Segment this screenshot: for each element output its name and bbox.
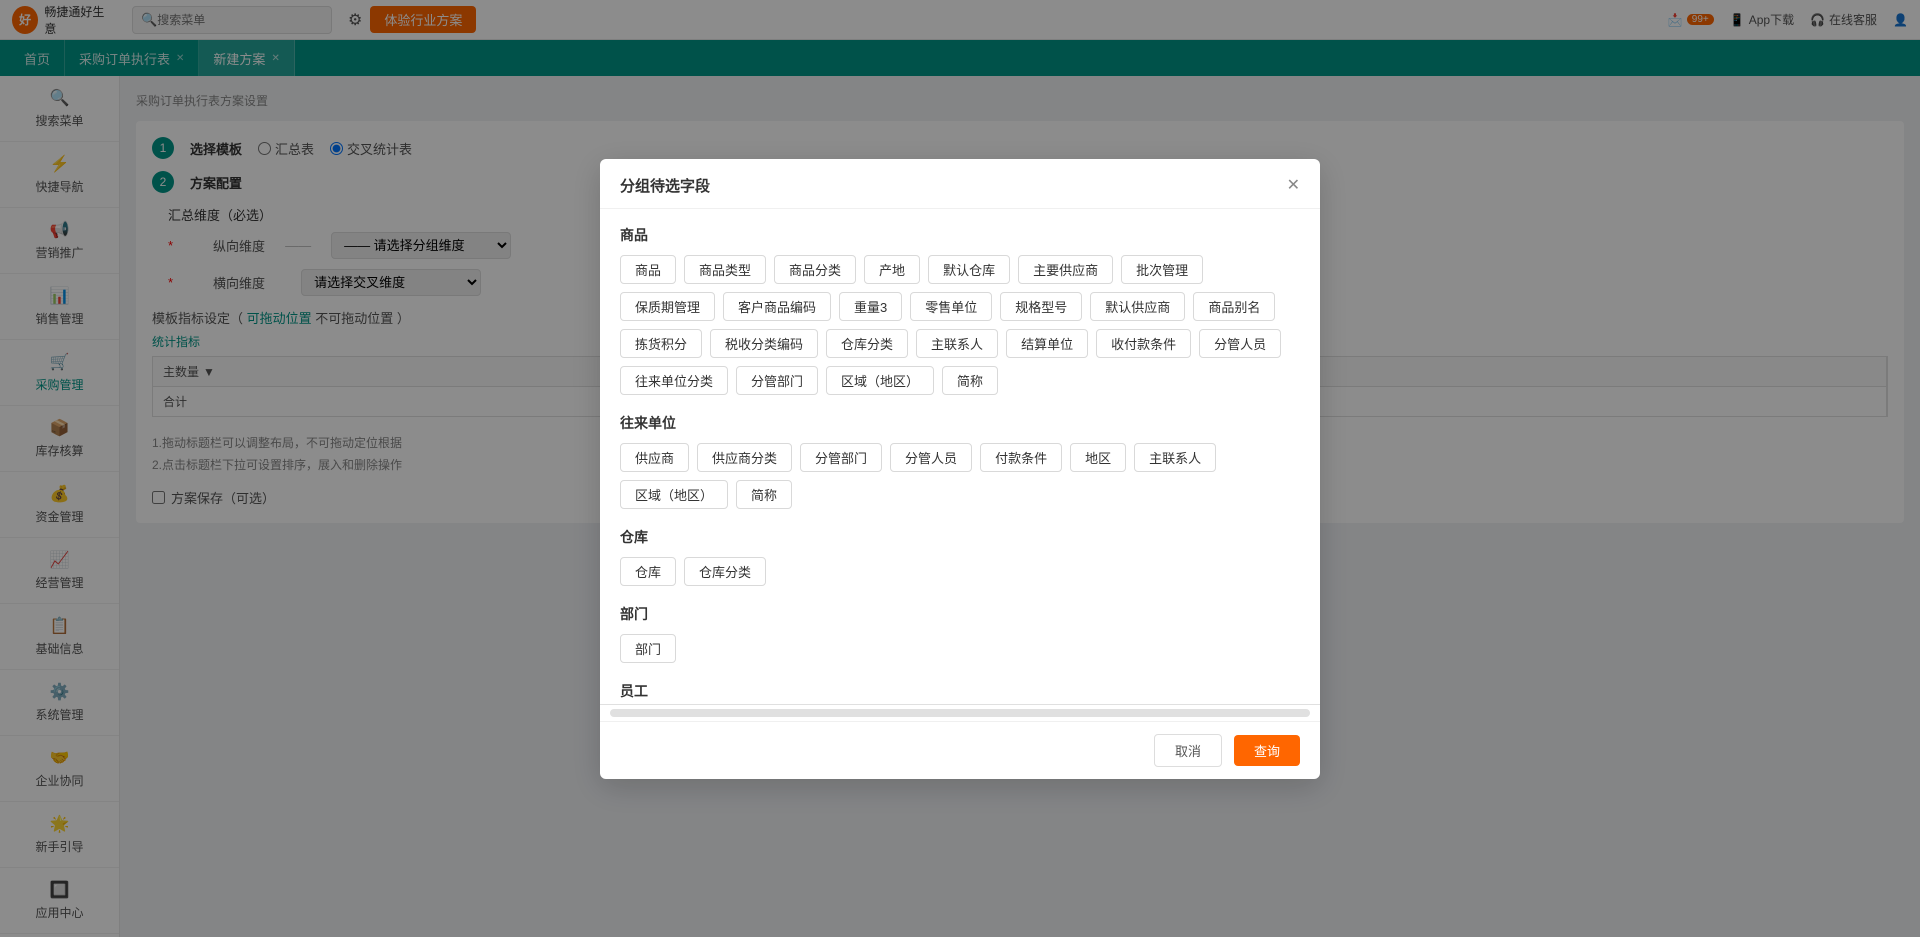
tag-goods-21[interactable]: 往来单位分类 <box>620 366 728 395</box>
group-warehouse-title: 仓库 <box>620 527 1300 547</box>
tag-goods-5[interactable]: 主要供应商 <box>1018 255 1113 284</box>
modal-dialog: 分组待选字段 ✕ 商品 商品 商品类型 商品分类 产地 默认仓库 主要供应商 批… <box>600 159 1320 779</box>
cancel-button[interactable]: 取消 <box>1154 734 1222 767</box>
tag-goods-12[interactable]: 默认供应商 <box>1090 292 1185 321</box>
tag-goods-16[interactable]: 仓库分类 <box>826 329 908 358</box>
modal-body: 商品 商品 商品类型 商品分类 产地 默认仓库 主要供应商 批次管理 保质期管理… <box>600 209 1320 704</box>
tag-goods-10[interactable]: 零售单位 <box>910 292 992 321</box>
tag-partner-2[interactable]: 分管部门 <box>800 443 882 472</box>
tag-goods-9[interactable]: 重量3 <box>839 292 902 321</box>
tag-warehouse-1[interactable]: 仓库分类 <box>684 557 766 586</box>
modal-footer: 取消 查询 <box>600 721 1320 779</box>
tag-goods-7[interactable]: 保质期管理 <box>620 292 715 321</box>
tag-goods-22[interactable]: 分管部门 <box>736 366 818 395</box>
tag-goods-11[interactable]: 规格型号 <box>1000 292 1082 321</box>
dept-tag-list: 部门 <box>620 634 1300 663</box>
tag-partner-8[interactable]: 简称 <box>736 480 792 509</box>
group-employee-title: 员工 <box>620 681 1300 701</box>
tag-goods-23[interactable]: 区域（地区） <box>826 366 934 395</box>
tag-goods-18[interactable]: 结算单位 <box>1006 329 1088 358</box>
tag-goods-2[interactable]: 商品分类 <box>774 255 856 284</box>
tag-goods-20[interactable]: 分管人员 <box>1199 329 1281 358</box>
tag-partner-5[interactable]: 地区 <box>1070 443 1126 472</box>
group-warehouse: 仓库 仓库 仓库分类 <box>620 527 1300 586</box>
modal-hscroll <box>600 704 1320 721</box>
group-dept-title: 部门 <box>620 604 1300 624</box>
tag-partner-1[interactable]: 供应商分类 <box>697 443 792 472</box>
tag-partner-3[interactable]: 分管人员 <box>890 443 972 472</box>
tag-goods-0[interactable]: 商品 <box>620 255 676 284</box>
tag-partner-7[interactable]: 区域（地区） <box>620 480 728 509</box>
tag-partner-0[interactable]: 供应商 <box>620 443 689 472</box>
tag-partner-6[interactable]: 主联系人 <box>1134 443 1216 472</box>
tag-goods-8[interactable]: 客户商品编码 <box>723 292 831 321</box>
confirm-button[interactable]: 查询 <box>1234 735 1300 766</box>
tag-goods-19[interactable]: 收付款条件 <box>1096 329 1191 358</box>
tag-partner-4[interactable]: 付款条件 <box>980 443 1062 472</box>
group-dept: 部门 部门 <box>620 604 1300 663</box>
group-employee: 员工 业务员 <box>620 681 1300 704</box>
tag-warehouse-0[interactable]: 仓库 <box>620 557 676 586</box>
tag-goods-3[interactable]: 产地 <box>864 255 920 284</box>
modal-close-btn[interactable]: ✕ <box>1287 175 1300 195</box>
tag-goods-15[interactable]: 税收分类编码 <box>710 329 818 358</box>
modal-title: 分组待选字段 <box>620 175 710 196</box>
partner-tag-list: 供应商 供应商分类 分管部门 分管人员 付款条件 地区 主联系人 区域（地区） … <box>620 443 1300 509</box>
modal-header: 分组待选字段 ✕ <box>600 159 1320 209</box>
group-goods-title: 商品 <box>620 225 1300 245</box>
tag-goods-13[interactable]: 商品别名 <box>1193 292 1275 321</box>
group-partner-title: 往来单位 <box>620 413 1300 433</box>
tag-goods-14[interactable]: 拣货积分 <box>620 329 702 358</box>
group-partner: 往来单位 供应商 供应商分类 分管部门 分管人员 付款条件 地区 主联系人 区域… <box>620 413 1300 509</box>
modal-overlay: 分组待选字段 ✕ 商品 商品 商品类型 商品分类 产地 默认仓库 主要供应商 批… <box>0 0 1920 937</box>
group-goods: 商品 商品 商品类型 商品分类 产地 默认仓库 主要供应商 批次管理 保质期管理… <box>620 225 1300 395</box>
warehouse-tag-list: 仓库 仓库分类 <box>620 557 1300 586</box>
goods-tag-list: 商品 商品类型 商品分类 产地 默认仓库 主要供应商 批次管理 保质期管理 客户… <box>620 255 1300 395</box>
tag-goods-1[interactable]: 商品类型 <box>684 255 766 284</box>
tag-goods-24[interactable]: 简称 <box>942 366 998 395</box>
tag-goods-17[interactable]: 主联系人 <box>916 329 998 358</box>
tag-goods-6[interactable]: 批次管理 <box>1121 255 1203 284</box>
hscroll-bar[interactable] <box>610 709 1310 717</box>
tag-goods-4[interactable]: 默认仓库 <box>928 255 1010 284</box>
tag-dept-0[interactable]: 部门 <box>620 634 676 663</box>
